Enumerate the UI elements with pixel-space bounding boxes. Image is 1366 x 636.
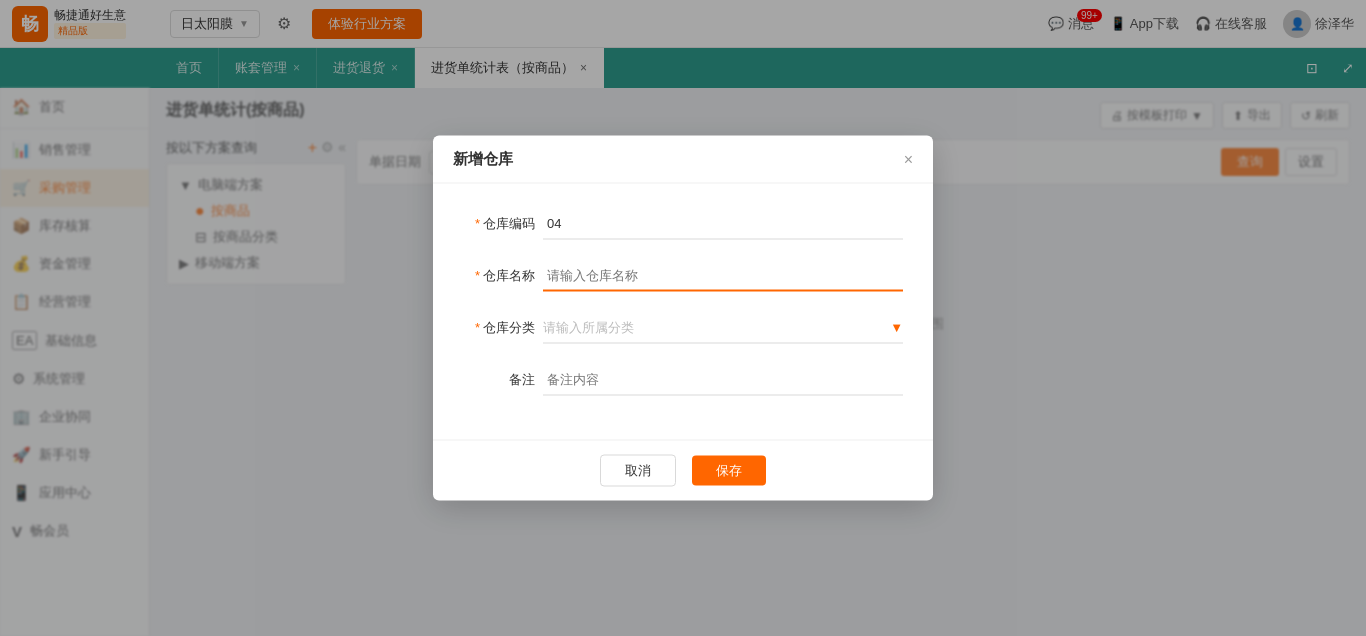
name-label: *仓库名称 bbox=[463, 267, 543, 285]
warehouse-name-input[interactable] bbox=[543, 260, 903, 292]
form-row-name: *仓库名称 bbox=[463, 260, 903, 292]
dialog-close-button[interactable]: × bbox=[904, 150, 913, 168]
dialog-body: *仓库编码 *仓库名称 *仓库分类 请输入所属分类 ▼ 备注 bbox=[433, 184, 933, 440]
warehouse-code-input[interactable] bbox=[543, 208, 903, 240]
code-label: *仓库编码 bbox=[463, 215, 543, 233]
cancel-button[interactable]: 取消 bbox=[600, 455, 676, 487]
category-label: *仓库分类 bbox=[463, 319, 543, 337]
dialog-header: 新增仓库 × bbox=[433, 136, 933, 184]
remark-label: 备注 bbox=[463, 371, 543, 389]
category-placeholder: 请输入所属分类 bbox=[543, 318, 634, 336]
warehouse-remark-input[interactable] bbox=[543, 364, 903, 396]
required-mark-category: * bbox=[475, 320, 480, 335]
new-warehouse-dialog: 新增仓库 × *仓库编码 *仓库名称 *仓库分类 请输入所属分类 ▼ bbox=[433, 136, 933, 501]
category-dropdown-arrow: ▼ bbox=[890, 320, 903, 335]
required-mark-name: * bbox=[475, 268, 480, 283]
save-button[interactable]: 保存 bbox=[692, 456, 766, 486]
dialog-footer: 取消 保存 bbox=[433, 440, 933, 501]
form-row-remark: 备注 bbox=[463, 364, 903, 396]
form-row-category: *仓库分类 请输入所属分类 ▼ bbox=[463, 312, 903, 344]
required-mark-code: * bbox=[475, 216, 480, 231]
dialog-title: 新增仓库 bbox=[453, 150, 513, 169]
warehouse-category-select[interactable]: 请输入所属分类 ▼ bbox=[543, 312, 903, 344]
form-row-code: *仓库编码 bbox=[463, 208, 903, 240]
